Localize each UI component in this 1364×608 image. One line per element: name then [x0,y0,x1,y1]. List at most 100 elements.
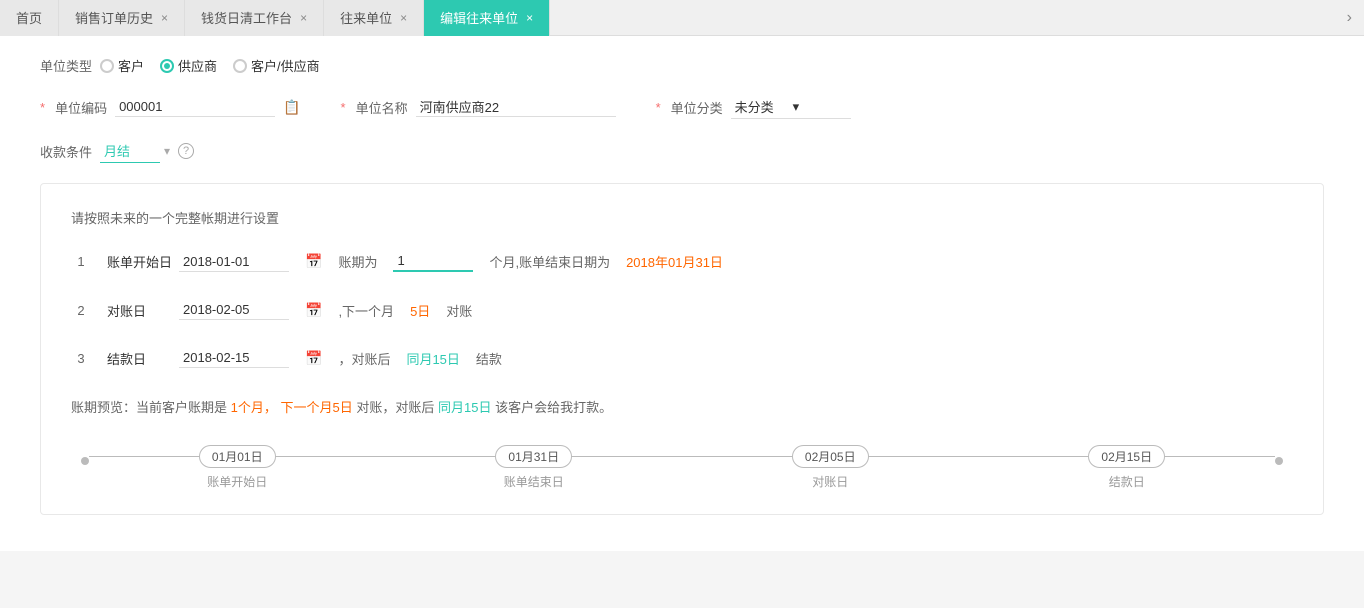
tab-home[interactable]: 首页 [0,0,59,36]
node3-label: 对账日 [812,473,848,490]
settlement-date-calendar[interactable]: 📅 [305,350,322,367]
unit-type-label: 单位类型 [40,56,92,75]
row1-label: 账单开始日 [107,252,163,271]
category-group: * 单位分类 未分类 ▾ [656,95,851,119]
payment-select-group: 月结 ▾ [100,139,170,163]
row1-highlight-date: 2018年01月31日 [626,252,723,271]
row3-num: 3 [71,351,91,366]
category-label: 单位分类 [671,98,723,117]
right-end-dot [1275,457,1283,465]
tab-partners-close[interactable]: × [400,11,407,25]
preview-part3: 对账，对账后 [356,400,434,415]
name-group: * 单位名称 [341,97,616,117]
code-calendar-icon[interactable]: 📋 [283,99,300,116]
payment-group: 收款条件 月结 ▾ ? [40,139,194,163]
node1-badge: 01月01日 [199,445,276,468]
category-select[interactable]: 未分类 ▾ [731,95,851,119]
name-input[interactable] [416,97,616,117]
panel-title: 请按照未来的一个完整帐期进行设置 [71,208,1293,227]
tab-partners-label: 往来单位 [340,8,392,27]
row2-highlight-day: 5日 [410,301,430,320]
node4-badge: 02月15日 [1088,445,1165,468]
tab-sales-label: 销售订单历史 [75,8,153,27]
tab-edit-partner[interactable]: 编辑往来单位 × [424,0,550,36]
start-date-input[interactable] [179,252,289,272]
category-value: 未分类 [735,97,789,116]
reconcile-date-row: 2 对账日 📅 ,下一个月 5日 对账 [71,300,1293,320]
row2-desc: ,下一个月 [338,301,394,320]
row2-desc2: 对账 [446,301,472,320]
node3-badge: 02月05日 [792,445,869,468]
payment-value: 月结 [100,139,160,163]
code-name-category-row: * 单位编码 📋 * 单位名称 * 单位分类 未分类 ▾ [40,95,1324,119]
payment-arrow[interactable]: ▾ [164,144,170,158]
tab-sales-history[interactable]: 销售订单历史 × [59,0,185,36]
unit-type-group: 单位类型 客户 供应商 客户/供应商 [40,56,320,75]
seg3: 02月05日 [682,443,979,469]
code-input[interactable] [115,97,275,117]
category-required: * [656,100,661,115]
start-date-row: 1 账单开始日 📅 账期为 个月,账单结束日期为 2018年01月31日 [71,251,1293,272]
row3-desc2: 结款 [476,349,502,368]
timeline: 01月01日 账单开始日 01月31日 账单结束日 [71,443,1293,490]
category-dropdown-arrow: ▾ [793,99,847,115]
unit-type-row: 单位类型 客户 供应商 客户/供应商 [40,56,1324,75]
tab-cash-ledger[interactable]: 钱货日清工作台 × [185,0,324,36]
timeline-node-3: 02月05日 对账日 [682,443,979,490]
row2-num: 2 [71,303,91,318]
timeline-node-1: 01月01日 账单开始日 [89,443,386,490]
name-required: * [341,100,346,115]
reconcile-date-calendar[interactable]: 📅 [305,302,322,319]
tab-home-label: 首页 [16,8,42,27]
radio-both[interactable]: 客户/供应商 [233,56,320,75]
left-end-dot [81,457,89,465]
tab-more-button[interactable]: › [1335,9,1364,27]
row1-desc-before: 账期为 [338,252,377,271]
node4-label: 结款日 [1109,473,1145,490]
tab-edit-label: 编辑往来单位 [440,8,518,27]
row3-label: 结款日 [107,349,163,368]
name-label: 单位名称 [356,98,408,117]
row1-desc-after: 个月,账单结束日期为 [489,252,610,271]
code-required: * [40,100,45,115]
radio-group: 客户 供应商 客户/供应商 [100,56,320,75]
settlement-date-row: 3 结款日 📅 ，对账后 同月15日 结款 [71,348,1293,368]
radio-customer-circle [100,59,114,73]
seg4: 02月15日 [979,443,1276,469]
radio-customer-label: 客户 [118,56,144,75]
tabs-bar: 首页 销售订单历史 × 钱货日清工作台 × 往来单位 × 编辑往来单位 × › [0,0,1364,36]
radio-supplier-circle [160,59,174,73]
radio-both-circle [233,59,247,73]
start-date-calendar[interactable]: 📅 [305,253,322,270]
preview-part2: 下一个月5日 [281,400,353,415]
payment-row: 收款条件 月结 ▾ ? [40,139,1324,163]
row3-highlight-day: 同月15日 [406,349,459,368]
tab-edit-close[interactable]: × [526,11,533,25]
radio-customer[interactable]: 客户 [100,56,144,75]
node1-label: 账单开始日 [207,473,267,490]
radio-supplier[interactable]: 供应商 [160,56,217,75]
timeline-right-end [1275,443,1283,465]
preview-text: 账期预览：当前客户账期是 1个月， 下一个月5日 对账，对账后 同月15日 该客… [71,396,1293,419]
tab-sales-close[interactable]: × [161,11,168,25]
code-group: * 单位编码 📋 [40,97,301,117]
payment-label: 收款条件 [40,142,92,161]
tab-cash-close[interactable]: × [300,11,307,25]
settings-panel: 请按照未来的一个完整帐期进行设置 1 账单开始日 📅 账期为 个月,账单结束日期… [40,183,1324,515]
payment-help-icon[interactable]: ? [178,143,194,159]
radio-both-label: 客户/供应商 [251,56,320,75]
preview-part5: 该客户会给我打款。 [495,400,612,415]
node2-badge: 01月31日 [495,445,572,468]
preview-part1: 1个月， [231,400,277,415]
preview-part4: 同月15日 [438,400,491,415]
tab-partners[interactable]: 往来单位 × [324,0,424,36]
radio-supplier-label: 供应商 [178,56,217,75]
period-input[interactable] [393,251,473,272]
reconcile-date-input[interactable] [179,300,289,320]
timeline-node-4: 02月15日 结款日 [979,443,1276,490]
seg2: 01月31日 [386,443,683,469]
tab-cash-label: 钱货日清工作台 [201,8,292,27]
row1-num: 1 [71,254,91,269]
settlement-date-input[interactable] [179,348,289,368]
main-content: 单位类型 客户 供应商 客户/供应商 * 单位编码 [0,36,1364,551]
